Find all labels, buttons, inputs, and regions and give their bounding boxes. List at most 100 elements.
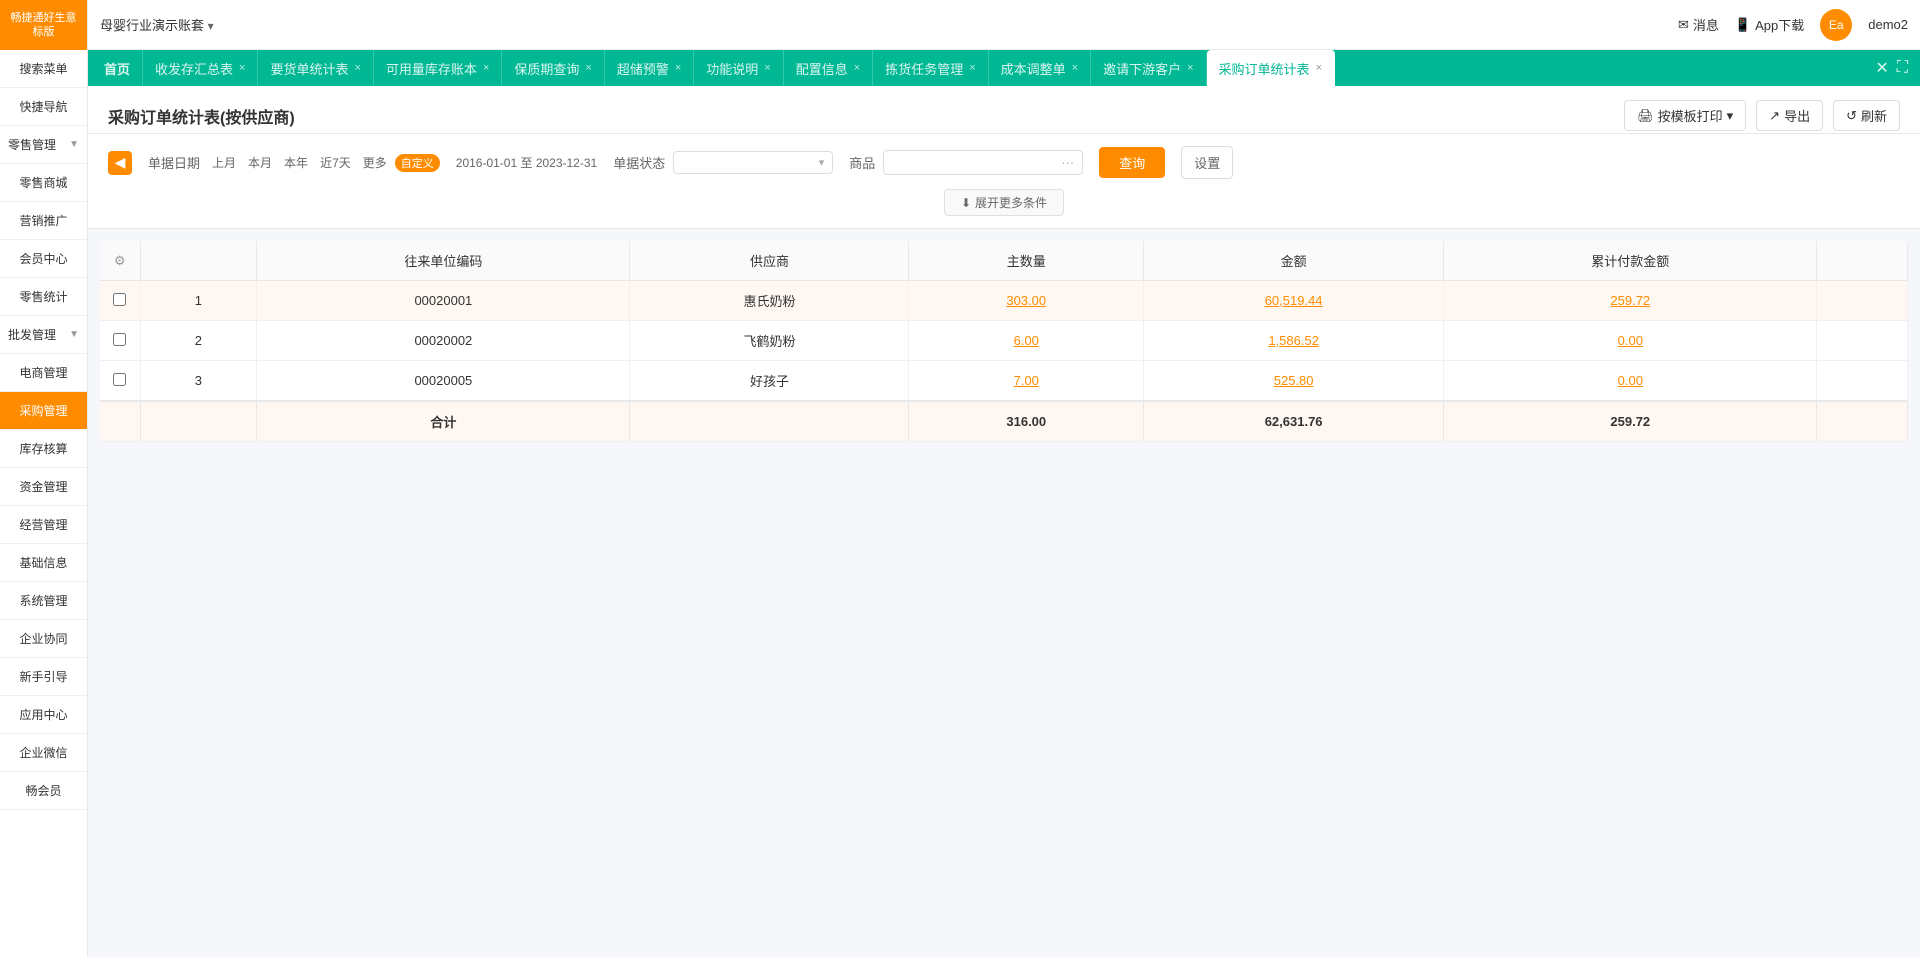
tab-item-2[interactable]: 要货单统计表× xyxy=(258,50,373,86)
sidebar-item-4[interactable]: 营销推广 xyxy=(0,202,87,240)
filter-wrapper: ◀ 单据日期 上月 本月 本年 近7天 更多 自定义 2016-0 xyxy=(88,134,1920,229)
message-button[interactable]: ✉ 消息 xyxy=(1678,15,1719,34)
td-check-1[interactable] xyxy=(100,321,140,361)
td-code-1: 00020002 xyxy=(257,321,630,361)
avatar[interactable]: Ea xyxy=(1820,9,1852,41)
prev-month-shortcut[interactable]: 上月 xyxy=(208,152,240,173)
tab-item-10[interactable]: 邀请下游客户× xyxy=(1091,50,1206,86)
tab-fullscreen-icon[interactable]: ⛶ xyxy=(1897,59,1908,77)
sidebar-item-8[interactable]: 电商管理 xyxy=(0,354,87,392)
top-bar: 母婴行业演示账套 ▾ ✉ 消息 📱 App下载 Ea demo2 xyxy=(88,0,1920,50)
print-button[interactable]: 🖨 按模板打印 ▾ xyxy=(1624,100,1746,131)
tab-close-3[interactable]: × xyxy=(483,62,489,74)
th-index xyxy=(140,241,257,281)
tab-item-6[interactable]: 功能说明× xyxy=(694,50,783,86)
tab-close-8[interactable]: × xyxy=(969,62,975,74)
sidebar-item-label-17: 应用中心 xyxy=(19,706,67,723)
td-amount-0: 60,519.44 xyxy=(1144,281,1444,321)
footer-label: 合计 xyxy=(257,401,630,442)
sidebar-item-0[interactable]: 搜索菜单 xyxy=(0,50,87,88)
td-index-1: 2 xyxy=(140,321,257,361)
more-shortcut[interactable]: 更多 xyxy=(359,152,391,173)
mobile-icon: 📱 xyxy=(1735,17,1751,33)
row-checkbox-1[interactable] xyxy=(113,333,126,346)
tab-item-11[interactable]: 采购订单统计表 × xyxy=(1207,50,1335,86)
filter-row: ◀ 单据日期 上月 本月 本年 近7天 更多 自定义 2016-0 xyxy=(108,146,1900,179)
sidebar-item-6[interactable]: 零售统计 xyxy=(0,278,87,316)
tab-close-5[interactable]: × xyxy=(675,62,681,74)
sidebar-item-5[interactable]: 会员中心 xyxy=(0,240,87,278)
td-check-2[interactable] xyxy=(100,361,140,402)
tab-item-9[interactable]: 成本调整单 × xyxy=(989,50,1091,86)
sidebar-item-16[interactable]: 新手引导 xyxy=(0,658,87,696)
tab-item-8[interactable]: 拣货任务管理× xyxy=(873,50,988,86)
td-check-0[interactable] xyxy=(100,281,140,321)
page-content: 采购订单统计表(按供应商) 🖨 按模板打印 ▾ ↗ 导出 ↺ 刷新 xyxy=(88,86,1920,957)
sidebar-item-7[interactable]: 批发管理▼ xyxy=(0,316,87,354)
tab-item-1[interactable]: 收发存汇总表× xyxy=(143,50,258,86)
tab-item-4[interactable]: 保质期查询× xyxy=(502,50,604,86)
filter-collapse-button[interactable]: ◀ xyxy=(108,151,132,175)
sidebar-item-14[interactable]: 系统管理 xyxy=(0,582,87,620)
th-settings[interactable]: ⚙ xyxy=(100,241,140,281)
tab-label-9: 成本调整单 xyxy=(1001,59,1066,78)
tab-close-1[interactable]: × xyxy=(239,62,245,74)
this-year-shortcut[interactable]: 本年 xyxy=(280,152,312,173)
tab-label-0: 首页 xyxy=(104,59,130,78)
filter-more-row: ⬇ 展开更多条件 xyxy=(108,189,1900,216)
sidebar-item-18[interactable]: 企业微信 xyxy=(0,734,87,772)
tab-close-4[interactable]: × xyxy=(585,62,591,74)
main-area: 母婴行业演示账套 ▾ ✉ 消息 📱 App下载 Ea demo2 首页收发存汇总… xyxy=(88,0,1920,957)
tab-close-9[interactable]: × xyxy=(1072,62,1078,74)
expand-more-button[interactable]: ⬇ 展开更多条件 xyxy=(944,189,1064,216)
export-button[interactable]: ↗ 导出 xyxy=(1756,100,1823,131)
workspace-dropdown-arrow[interactable]: ▾ xyxy=(208,19,214,33)
tab-close-all-icon[interactable]: ✕ xyxy=(1875,58,1888,78)
sidebar-item-9[interactable]: 采购管理 xyxy=(0,392,87,430)
tab-item-5[interactable]: 超储预警× xyxy=(605,50,694,86)
td-index-2: 3 xyxy=(140,361,257,402)
row-checkbox-2[interactable] xyxy=(113,373,126,386)
td-supplier-1: 飞鹤奶粉 xyxy=(630,321,909,361)
filter-area: ◀ 单据日期 上月 本月 本年 近7天 更多 自定义 2016-0 xyxy=(88,134,1920,229)
sidebar-item-19[interactable]: 畅会员 xyxy=(0,772,87,810)
settings-button[interactable]: 设置 xyxy=(1181,146,1233,179)
tab-close-11[interactable]: × xyxy=(1316,62,1322,74)
date-range-display: 2016-01-01 至 2023-12-31 xyxy=(456,154,597,171)
sidebar-item-2[interactable]: 零售管理▼ xyxy=(0,126,87,164)
custom-date-badge[interactable]: 自定义 xyxy=(395,154,440,172)
username[interactable]: demo2 xyxy=(1868,17,1908,32)
refresh-button[interactable]: ↺ 刷新 xyxy=(1833,100,1900,131)
tab-close-2[interactable]: × xyxy=(354,62,360,74)
sidebar-item-3[interactable]: 零售商城 xyxy=(0,164,87,202)
tab-close-7[interactable]: × xyxy=(854,62,860,74)
7days-shortcut[interactable]: 近7天 xyxy=(316,152,355,173)
sidebar-item-15[interactable]: 企业协同 xyxy=(0,620,87,658)
sidebar-item-1[interactable]: 快捷导航 xyxy=(0,88,87,126)
tab-item-7[interactable]: 配置信息× xyxy=(784,50,873,86)
data-table: ⚙ 往来单位编码 供应商 主数量 金额 累计付款金额 1 00020001 惠氏… xyxy=(100,241,1908,442)
tab-close-6[interactable]: × xyxy=(764,62,770,74)
sidebar-item-10[interactable]: 库存核算 xyxy=(0,430,87,468)
row-checkbox-0[interactable] xyxy=(113,293,126,306)
status-select[interactable]: ▾ xyxy=(673,151,833,174)
query-button[interactable]: 查询 xyxy=(1099,147,1165,178)
sidebar-item-17[interactable]: 应用中心 xyxy=(0,696,87,734)
sidebar-item-11[interactable]: 资金管理 xyxy=(0,468,87,506)
page-header-wrapper: 采购订单统计表(按供应商) 🖨 按模板打印 ▾ ↗ 导出 ↺ 刷新 xyxy=(88,86,1920,134)
th-extra xyxy=(1817,241,1908,281)
tab-item-3[interactable]: 可用量库存账本× xyxy=(374,50,502,86)
date-shortcuts: 上月 本月 本年 近7天 更多 自定义 xyxy=(208,152,440,173)
app-download-button[interactable]: 📱 App下载 xyxy=(1735,15,1804,34)
footer-qty: 316.00 xyxy=(909,401,1144,442)
table-row: 2 00020002 飞鹤奶粉 6.00 1,586.52 0.00 xyxy=(100,321,1908,361)
sidebar-item-12[interactable]: 经营管理 xyxy=(0,506,87,544)
td-qty-1: 6.00 xyxy=(909,321,1144,361)
tab-item-0[interactable]: 首页 xyxy=(92,50,143,86)
th-amount: 金额 xyxy=(1144,241,1444,281)
tab-label-11: 采购订单统计表 xyxy=(1219,59,1310,78)
sidebar-item-13[interactable]: 基础信息 xyxy=(0,544,87,582)
tab-close-10[interactable]: × xyxy=(1187,62,1193,74)
this-month-shortcut[interactable]: 本月 xyxy=(244,152,276,173)
goods-input[interactable]: ··· xyxy=(883,150,1083,175)
